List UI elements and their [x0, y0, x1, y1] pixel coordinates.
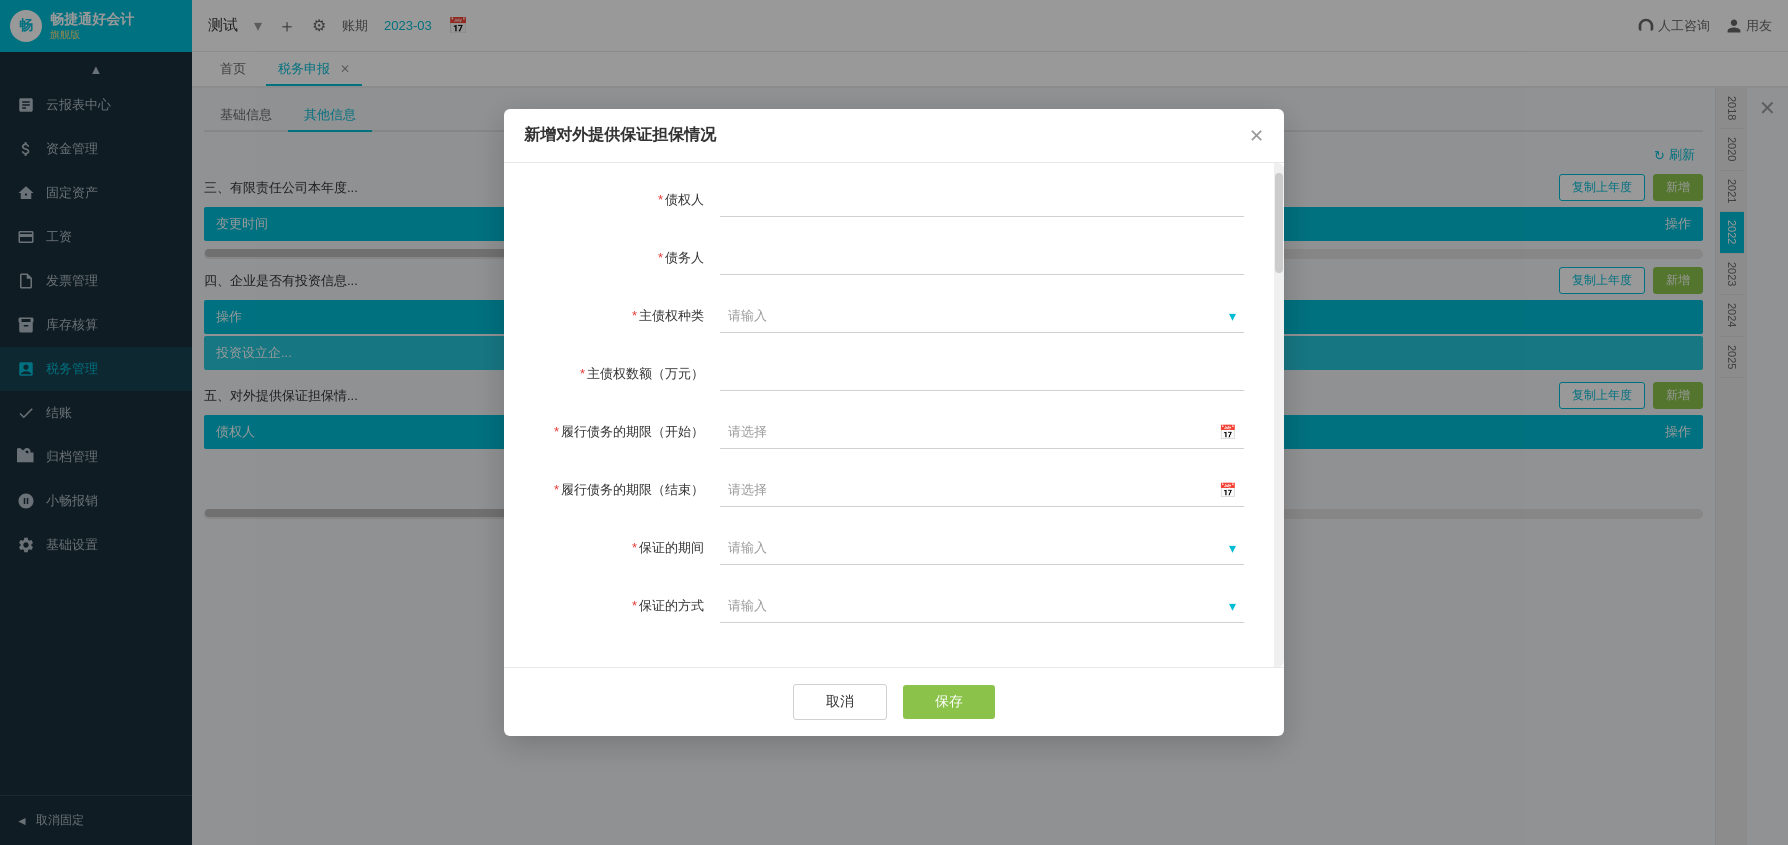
end-date-picker[interactable]: 请选择 📅: [720, 473, 1244, 507]
form-row-debt-type: *主债权种类 请输入 ▾: [544, 299, 1244, 333]
start-date-placeholder: 请选择: [728, 423, 767, 441]
save-button[interactable]: 保存: [903, 685, 995, 719]
form-row-guarantee-method: *保证的方式 请输入 ▾: [544, 589, 1244, 623]
guarantee-period-select[interactable]: 请输入 ▾: [720, 531, 1244, 565]
debt-type-placeholder: 请输入: [728, 307, 767, 325]
form-label-debtor: *债务人: [544, 249, 704, 267]
guarantee-period-placeholder: 请输入: [728, 539, 767, 557]
dialog-title: 新增对外提供保证担保情况: [524, 125, 716, 146]
dialog-footer: 取消 保存: [504, 667, 1284, 736]
guarantee-period-chevron-icon: ▾: [1229, 540, 1236, 556]
dialog-header: 新增对外提供保证担保情况 ✕: [504, 109, 1284, 163]
dialog: 新增对外提供保证担保情况 ✕ *债权人 *债务人: [504, 109, 1284, 736]
form-row-creditor: *债权人: [544, 183, 1244, 217]
dialog-body: *债权人 *债务人 *主债权种类 请输入 ▾: [504, 163, 1284, 667]
form-row-guarantee-period: *保证的期间 请输入 ▾: [544, 531, 1244, 565]
form-row-debt-amount: *主债权数额（万元）: [544, 357, 1244, 391]
start-date-picker[interactable]: 请选择 📅: [720, 415, 1244, 449]
debt-amount-input[interactable]: [720, 357, 1244, 391]
dialog-scrollbar[interactable]: [1274, 163, 1284, 667]
guarantee-method-chevron-icon: ▾: [1229, 598, 1236, 614]
end-date-placeholder: 请选择: [728, 481, 767, 499]
form-row-end-date: *履行债务的期限（结束） 请选择 📅: [544, 473, 1244, 507]
dialog-close-button[interactable]: ✕: [1249, 127, 1264, 145]
form-label-guarantee-period: *保证的期间: [544, 539, 704, 557]
end-date-calendar-icon: 📅: [1219, 482, 1236, 498]
form-label-end-date: *履行债务的期限（结束）: [544, 481, 704, 499]
dialog-overlay: 新增对外提供保证担保情况 ✕ *债权人 *债务人: [0, 0, 1788, 845]
dialog-scrollbar-thumb: [1275, 173, 1283, 273]
form-row-start-date: *履行债务的期限（开始） 请选择 📅: [544, 415, 1244, 449]
creditor-input[interactable]: [720, 183, 1244, 217]
cancel-button[interactable]: 取消: [793, 684, 887, 720]
start-date-calendar-icon: 📅: [1219, 424, 1236, 440]
form-row-debtor: *债务人: [544, 241, 1244, 275]
form-label-guarantee-method: *保证的方式: [544, 597, 704, 615]
form-label-start-date: *履行债务的期限（开始）: [544, 423, 704, 441]
form-label-creditor: *债权人: [544, 191, 704, 209]
form-label-debt-type: *主债权种类: [544, 307, 704, 325]
guarantee-method-placeholder: 请输入: [728, 597, 767, 615]
form-label-debt-amount: *主债权数额（万元）: [544, 365, 704, 383]
debt-type-chevron-icon: ▾: [1229, 308, 1236, 324]
debtor-input[interactable]: [720, 241, 1244, 275]
guarantee-method-select[interactable]: 请输入 ▾: [720, 589, 1244, 623]
debt-type-select[interactable]: 请输入 ▾: [720, 299, 1244, 333]
